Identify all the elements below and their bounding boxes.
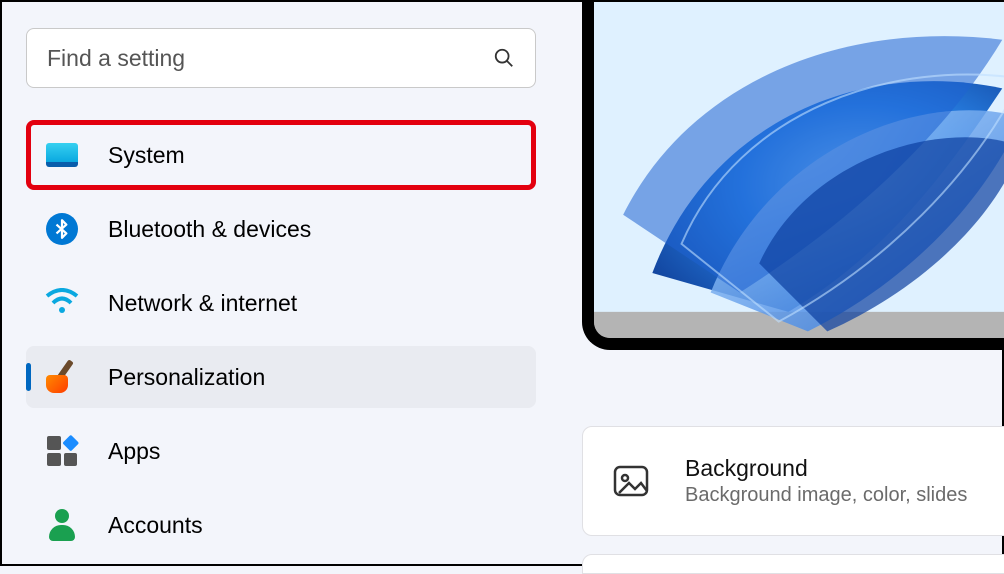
system-icon: [44, 137, 80, 173]
card-subtitle: Background image, color, slides: [685, 484, 967, 507]
apps-icon: [44, 433, 80, 469]
sidebar-item-label: Accounts: [108, 512, 203, 539]
nav-list: System Bluetooth & devices: [26, 120, 536, 556]
sidebar-item-personalization[interactable]: Personalization: [26, 346, 536, 408]
sidebar-item-label: Personalization: [108, 364, 265, 391]
search-icon: [493, 47, 515, 69]
next-card-peek[interactable]: [582, 554, 1004, 574]
card-title: Background: [685, 455, 967, 482]
card-text: Background Background image, color, slid…: [685, 455, 967, 507]
desktop-preview: [582, 2, 1004, 350]
background-setting-card[interactable]: Background Background image, color, slid…: [582, 426, 1004, 536]
picture-icon: [611, 461, 651, 501]
sidebar-item-label: Apps: [108, 438, 160, 465]
paintbrush-icon: [44, 359, 80, 395]
sidebar-item-apps[interactable]: Apps: [26, 420, 536, 482]
windows-bloom-wallpaper: [594, 2, 1004, 338]
wifi-icon: [44, 285, 80, 321]
search-box[interactable]: [26, 28, 536, 88]
sidebar-item-label: Bluetooth & devices: [108, 216, 311, 243]
sidebar-item-accounts[interactable]: Accounts: [26, 494, 536, 556]
bluetooth-icon: [44, 211, 80, 247]
account-icon: [44, 507, 80, 543]
settings-sidebar: System Bluetooth & devices: [26, 28, 536, 568]
sidebar-item-network[interactable]: Network & internet: [26, 272, 536, 334]
search-input[interactable]: [47, 45, 493, 72]
sidebar-item-label: System: [108, 142, 185, 169]
sidebar-item-label: Network & internet: [108, 290, 297, 317]
sidebar-item-system[interactable]: System: [26, 120, 536, 190]
sidebar-item-bluetooth[interactable]: Bluetooth & devices: [26, 198, 536, 260]
